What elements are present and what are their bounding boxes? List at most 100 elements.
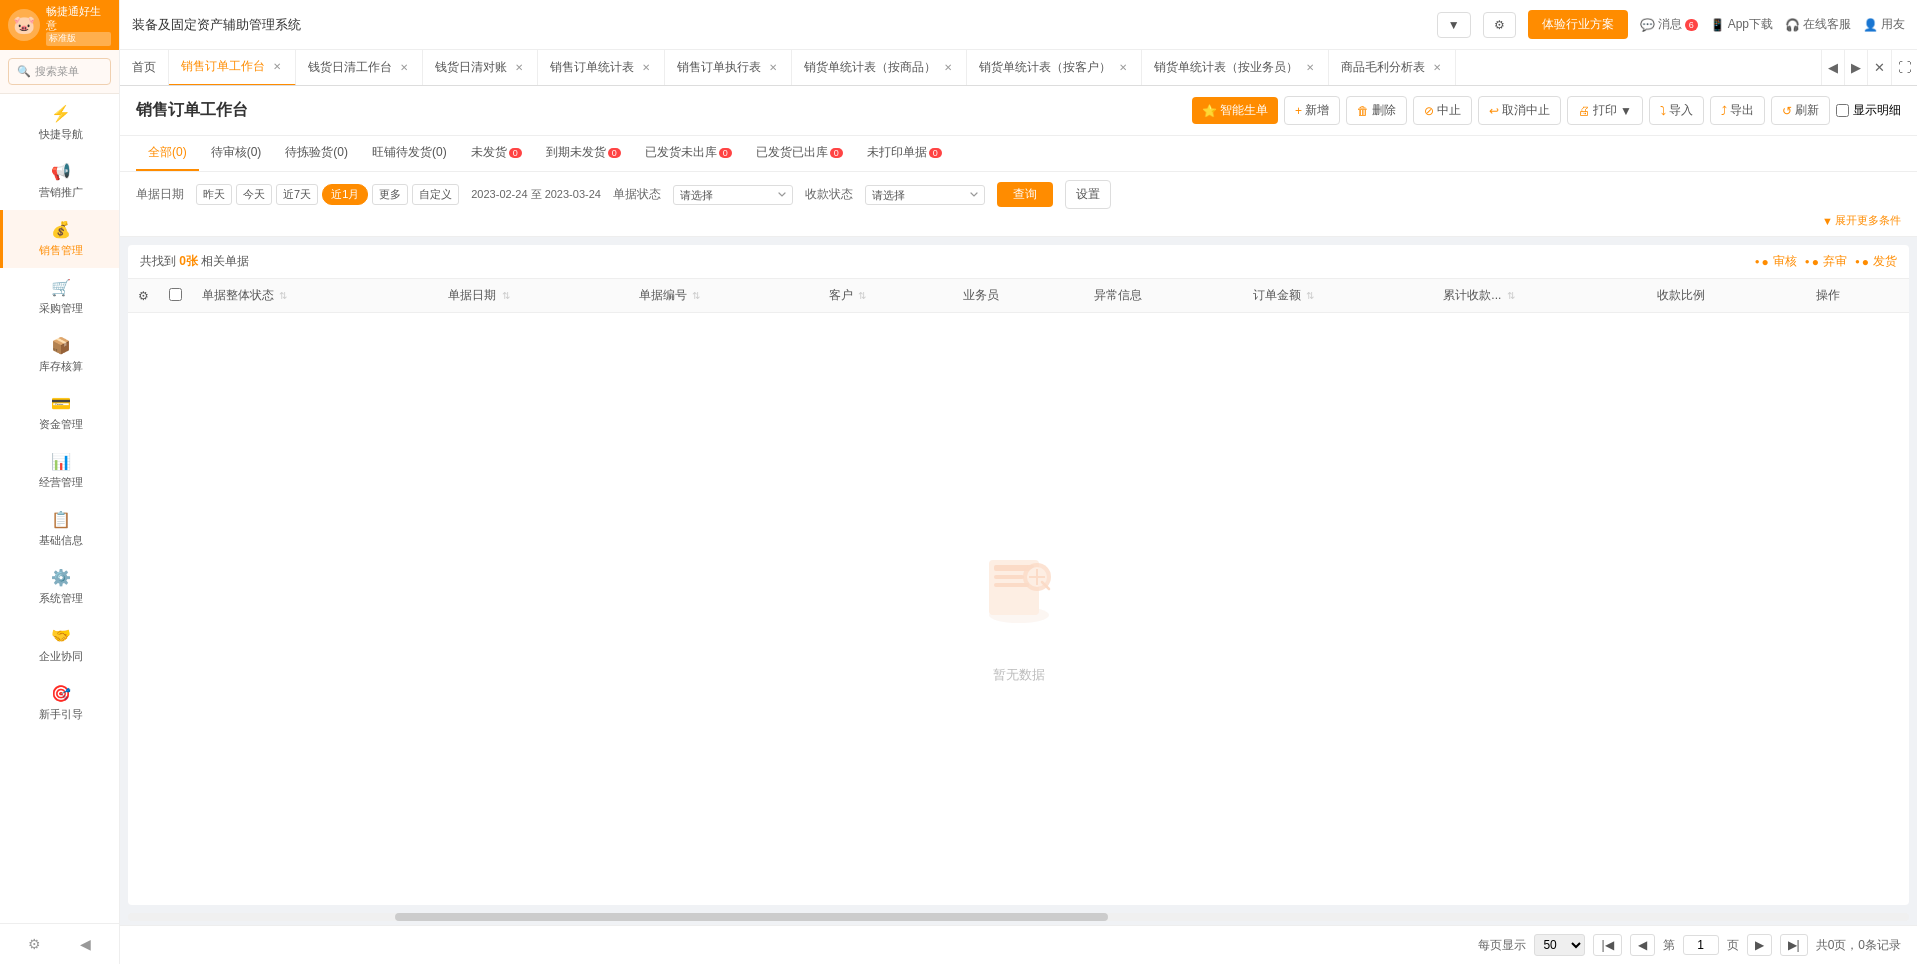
- select-all-checkbox[interactable]: [169, 288, 182, 301]
- stop-button[interactable]: ⊘ 中止: [1413, 96, 1472, 125]
- search-menu-button[interactable]: 🔍 搜索菜单: [8, 58, 111, 85]
- sub-tab-shipped-out[interactable]: 已发货已出库0: [744, 136, 855, 171]
- print-button[interactable]: 🖨 打印 ▼: [1567, 96, 1643, 125]
- dropdown-arrow-button[interactable]: ▼: [1437, 12, 1471, 38]
- main-content: 装备及固定资产辅助管理系统 ▼ ⚙ 体验行业方案 💬 消息 6 📱 App下载 …: [120, 0, 1917, 964]
- status-select[interactable]: 请选择: [673, 185, 793, 205]
- th-exception: 异常信息: [1084, 279, 1243, 313]
- cancel-stop-button[interactable]: ↩ 取消中止: [1478, 96, 1561, 125]
- tab-close-single-product[interactable]: ✕: [942, 61, 954, 74]
- page-number-input[interactable]: [1683, 935, 1719, 955]
- app-download-button[interactable]: 📱 App下载: [1710, 16, 1773, 33]
- tab-close-gross-profit[interactable]: ✕: [1431, 61, 1443, 74]
- settings-button[interactable]: ⚙: [1483, 12, 1516, 38]
- date-btn-yesterday[interactable]: 昨天: [196, 184, 232, 205]
- tab-close-single-customer[interactable]: ✕: [1117, 61, 1129, 74]
- tab-home[interactable]: 首页: [120, 50, 169, 86]
- messages-button[interactable]: 💬 消息 6: [1640, 16, 1698, 33]
- tab-sales-single-product[interactable]: 销货单统计表（按商品） ✕: [792, 50, 967, 86]
- sidebar-item-system[interactable]: ⚙️ 系统管理: [0, 558, 119, 616]
- sub-tab-all[interactable]: 全部(0): [136, 136, 199, 171]
- sidebar-item-finance[interactable]: 💳 资金管理: [0, 384, 119, 442]
- sort-customer-icon[interactable]: ⇅: [858, 290, 866, 301]
- sidebar-item-marketing[interactable]: 📢 营销推广: [0, 152, 119, 210]
- quick-nav-icon: ⚡: [51, 104, 71, 123]
- filter-expand-button[interactable]: ▼ 展开更多条件: [1822, 213, 1901, 228]
- th-checkbox[interactable]: [159, 279, 192, 313]
- sort-date-icon[interactable]: ⇅: [502, 290, 510, 301]
- tab-close-single-staff[interactable]: ✕: [1304, 61, 1316, 74]
- tab-nav-next[interactable]: ▶: [1844, 50, 1867, 86]
- add-button[interactable]: + 新增: [1284, 96, 1340, 125]
- sidebar-item-basic[interactable]: 📋 基础信息: [0, 500, 119, 558]
- filter-settings-button[interactable]: 设置: [1065, 180, 1111, 209]
- sort-received-icon[interactable]: ⇅: [1507, 290, 1515, 301]
- last-page-button[interactable]: ▶|: [1780, 934, 1808, 956]
- export-button[interactable]: ⤴ 导出: [1710, 96, 1765, 125]
- tab-sales-exec[interactable]: 销售订单执行表 ✕: [665, 50, 792, 86]
- sort-status-icon[interactable]: ⇅: [279, 290, 287, 301]
- online-service-button[interactable]: 🎧 在线客服: [1785, 16, 1851, 33]
- sort-number-icon[interactable]: ⇅: [692, 290, 700, 301]
- date-btn-1month[interactable]: 近1月: [322, 184, 368, 205]
- first-page-button[interactable]: |◀: [1593, 934, 1621, 956]
- tab-sales-single-staff[interactable]: 销货单统计表（按业务员） ✕: [1142, 50, 1329, 86]
- next-page-button[interactable]: ▶: [1747, 934, 1772, 956]
- sidebar-collapse-button[interactable]: ◀: [76, 932, 95, 956]
- sub-tab-not-shipped[interactable]: 未发货0: [459, 136, 534, 171]
- approve-button[interactable]: ● 审核: [1755, 253, 1797, 270]
- delete-button[interactable]: 🗑 删除: [1346, 96, 1407, 125]
- tab-close-cash-daily[interactable]: ✕: [398, 61, 410, 74]
- payment-select[interactable]: 请选择: [865, 185, 985, 205]
- tab-cash-reconcile[interactable]: 钱货日清对账 ✕: [423, 50, 538, 86]
- tab-close-cash-reconcile[interactable]: ✕: [513, 61, 525, 74]
- sidebar-item-guide[interactable]: 🎯 新手引导: [0, 674, 119, 732]
- sidebar-settings-button[interactable]: ⚙: [24, 932, 45, 956]
- brief-checkbox[interactable]: [1836, 104, 1849, 117]
- date-btn-7days[interactable]: 近7天: [276, 184, 318, 205]
- sidebar-item-enterprise[interactable]: 🤝 企业协同: [0, 616, 119, 674]
- tab-close-sales-exec[interactable]: ✕: [767, 61, 779, 74]
- sub-tab-wangpu[interactable]: 旺铺待发货(0): [360, 136, 459, 171]
- tab-close-sales-stats[interactable]: ✕: [640, 61, 652, 74]
- horizontal-scrollbar[interactable]: [128, 913, 1909, 921]
- sub-tab-pending-inspect[interactable]: 待拣验货(0): [273, 136, 360, 171]
- tab-close-sales-workbench[interactable]: ✕: [271, 60, 283, 73]
- tab-fullscreen[interactable]: ⛶: [1891, 50, 1917, 86]
- date-btn-today[interactable]: 今天: [236, 184, 272, 205]
- tab-cash-daily[interactable]: 钱货日清工作台 ✕: [296, 50, 423, 86]
- per-page-select[interactable]: 10 20 50 100: [1534, 934, 1585, 956]
- sub-tab-not-printed[interactable]: 未打印单据0: [855, 136, 954, 171]
- sidebar-item-operation[interactable]: 📊 经营管理: [0, 442, 119, 500]
- date-btn-more[interactable]: 更多: [372, 184, 408, 205]
- import-button[interactable]: ⤵ 导入: [1649, 96, 1704, 125]
- tab-sales-single-customer[interactable]: 销货单统计表（按客户） ✕: [967, 50, 1142, 86]
- tab-nav-prev[interactable]: ◀: [1821, 50, 1844, 86]
- date-btn-custom[interactable]: 自定义: [412, 184, 459, 205]
- scrollbar-thumb[interactable]: [395, 913, 1107, 921]
- sub-tab-overdue-not-shipped[interactable]: 到期未发货0: [534, 136, 633, 171]
- refresh-button[interactable]: ↺ 刷新: [1771, 96, 1830, 125]
- smart-order-button[interactable]: ⭐ 智能生单: [1192, 97, 1278, 124]
- brief-checkbox-label[interactable]: 显示明细: [1836, 102, 1901, 119]
- table-header: ⚙ 单据整体状态 ⇅ 单据日期 ⇅ 单据编号 ⇅ 客户 ⇅ 业务员 异常信息 订…: [128, 279, 1909, 313]
- sidebar-item-purchase[interactable]: 🛒 采购管理: [0, 268, 119, 326]
- search-button[interactable]: 查询: [997, 182, 1053, 207]
- prev-page-button[interactable]: ◀: [1630, 934, 1655, 956]
- sidebar-item-sales[interactable]: 💰 销售管理: [0, 210, 119, 268]
- sidebar-item-inventory[interactable]: 📦 库存核算: [0, 326, 119, 384]
- sidebar-item-quick-nav[interactable]: ⚡ 快捷导航: [0, 94, 119, 152]
- sub-tab-pending-review[interactable]: 待审核(0): [199, 136, 274, 171]
- sub-tab-shipped-not-out[interactable]: 已发货未出库0: [633, 136, 744, 171]
- ship-button[interactable]: ● 发货: [1855, 253, 1897, 270]
- sort-amount-icon[interactable]: ⇅: [1306, 290, 1314, 301]
- experience-button[interactable]: 体验行业方案: [1528, 10, 1628, 39]
- tab-sales-workbench[interactable]: 销售订单工作台 ✕: [169, 50, 296, 86]
- tab-close-all[interactable]: ✕: [1867, 50, 1891, 86]
- unapprove-button[interactable]: ● 弃审: [1805, 253, 1847, 270]
- tab-gross-profit[interactable]: 商品毛利分析表 ✕: [1329, 50, 1456, 86]
- th-gear[interactable]: ⚙: [128, 279, 159, 313]
- user-menu-button[interactable]: 👤 用友: [1863, 16, 1905, 33]
- tab-sales-stats[interactable]: 销售订单统计表 ✕: [538, 50, 665, 86]
- approve-dot-icon: ●: [1762, 255, 1769, 269]
